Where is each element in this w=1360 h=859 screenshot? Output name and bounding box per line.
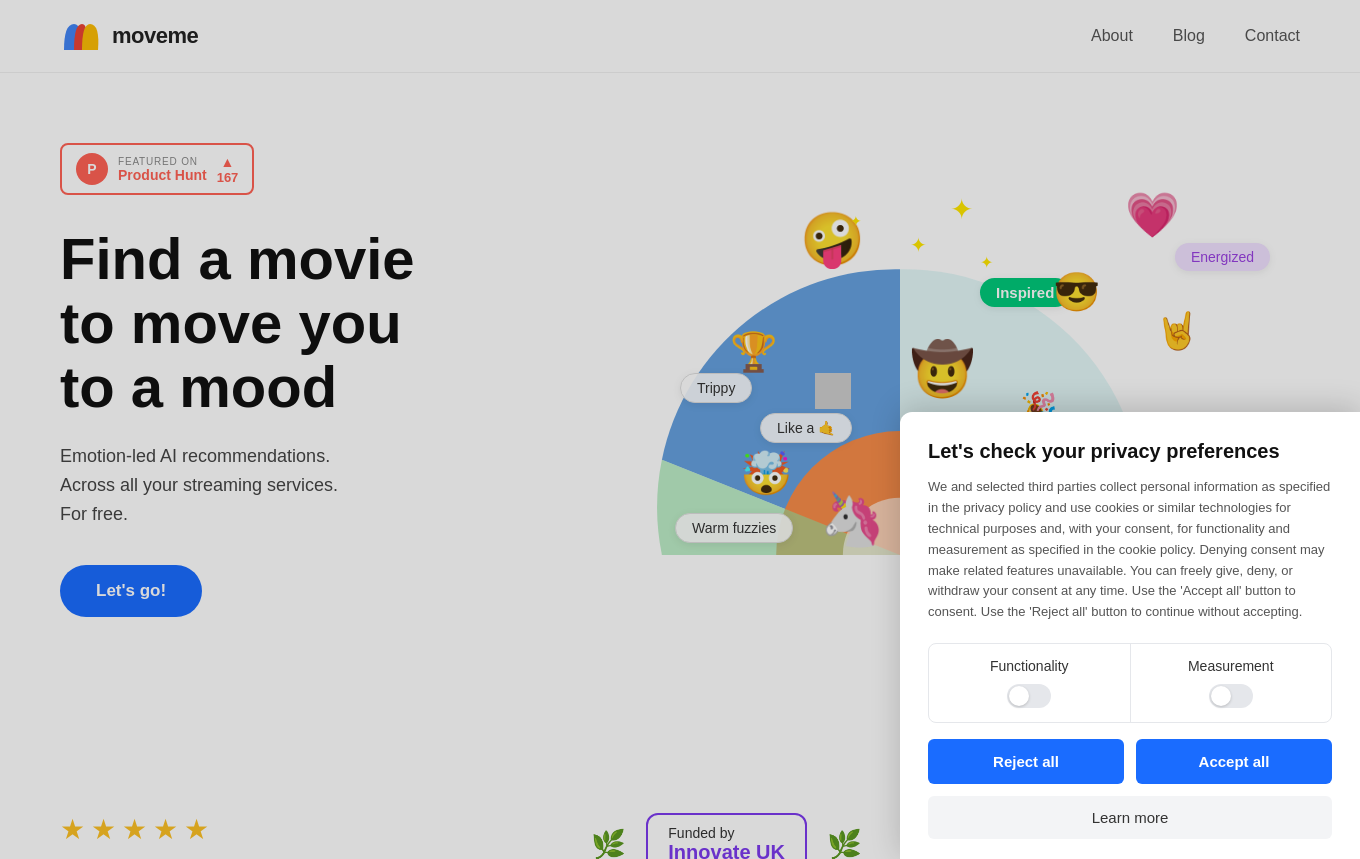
privacy-body: We and selected third parties collect pe… [928, 477, 1332, 623]
measurement-toggle[interactable] [1209, 684, 1253, 708]
measurement-label: Measurement [1188, 658, 1274, 674]
learn-more-button[interactable]: Learn more [928, 796, 1332, 839]
functionality-label: Functionality [990, 658, 1069, 674]
measurement-section: Measurement [1131, 644, 1332, 722]
privacy-action-buttons: Reject all Accept all [928, 739, 1332, 784]
functionality-toggle[interactable] [1007, 684, 1051, 708]
functionality-toggle-thumb [1009, 686, 1029, 706]
reject-all-button[interactable]: Reject all [928, 739, 1124, 784]
privacy-modal: Let's check your privacy preferences We … [900, 412, 1360, 859]
accept-all-button[interactable]: Accept all [1136, 739, 1332, 784]
privacy-toggles: Functionality Measurement [928, 643, 1332, 723]
measurement-toggle-thumb [1211, 686, 1231, 706]
privacy-overlay: Let's check your privacy preferences We … [0, 0, 1360, 859]
privacy-title: Let's check your privacy preferences [928, 440, 1332, 463]
functionality-section: Functionality [929, 644, 1131, 722]
